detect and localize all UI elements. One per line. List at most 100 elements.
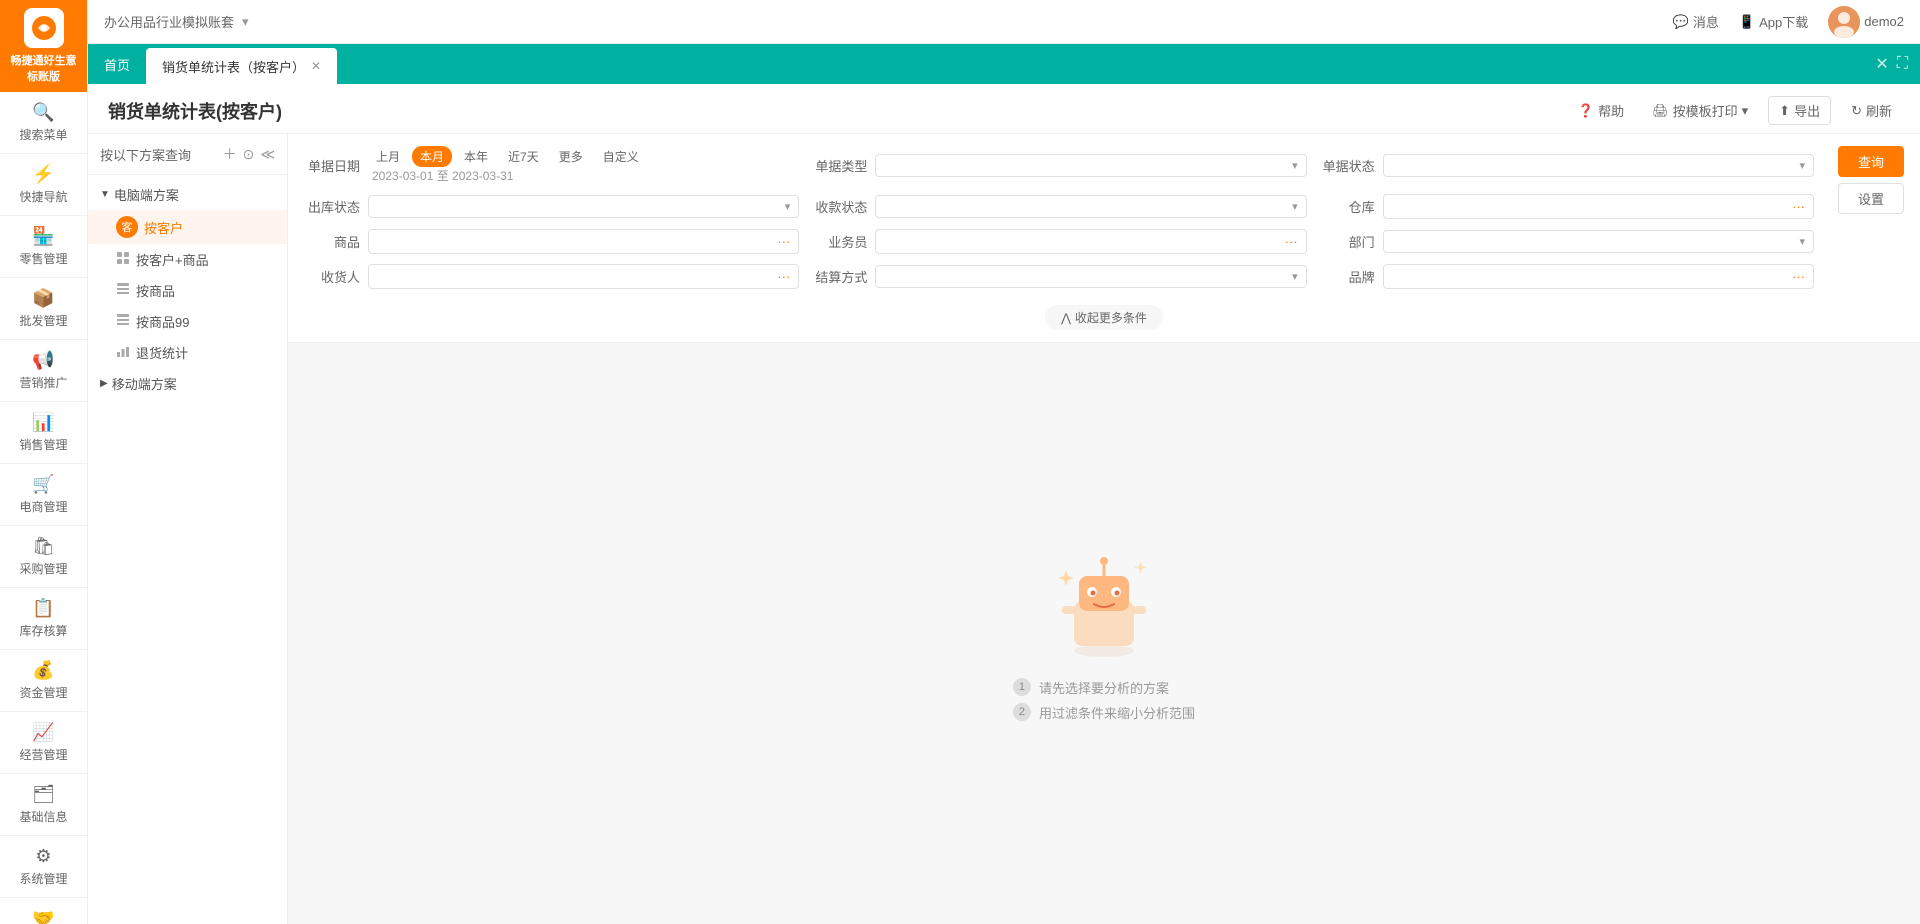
filter-area: 单据日期 上月 本月 本年 近7天 更多 自定义 [288, 134, 1920, 343]
ecommerce-icon: 🛒 [32, 474, 54, 495]
app-sidebar: 畅捷通好生意 标账版 🔍 搜索菜单 ⚡ 快捷导航 🏪 零售管理 📦 批发管理 📢… [0, 0, 88, 924]
tree-item-return-stats[interactable]: 退货统计 [88, 337, 287, 368]
sidebar-item-enterprise-coop[interactable]: 🤝 企业协同 [0, 898, 87, 924]
sidebar-item-ecommerce-mgmt[interactable]: 🛒 电商管理 [0, 464, 87, 526]
tree-section: ▼ 电脑端方案 客 按客户 按客户+商品 [88, 175, 287, 403]
date-tab-this-month[interactable]: 本月 [412, 146, 452, 167]
right-content: 单据日期 上月 本月 本年 近7天 更多 自定义 [288, 134, 1920, 924]
sidebar-item-sales-mgmt[interactable]: 📊 销售管理 [0, 402, 87, 464]
tab-sales-stat[interactable]: 销货单统计表（按客户） ✕ [146, 48, 337, 84]
sidebar-item-system-mgmt[interactable]: ⚙ 系统管理 [0, 836, 87, 898]
tree-group-label: 电脑端方案 [114, 185, 179, 204]
sidebar-item-quick-nav[interactable]: ⚡ 快捷导航 [0, 154, 87, 216]
add-scheme-icon[interactable]: ＋ [223, 144, 237, 164]
receiver-input[interactable]: ··· [368, 264, 799, 289]
hint-2-text: 用过滤条件来缩小分析范围 [1039, 703, 1195, 722]
refresh-btn[interactable]: ↻ 刷新 [1843, 97, 1900, 124]
payment-status-select[interactable]: ▾ [875, 195, 1306, 218]
app-download-btn[interactable]: 📱 App下载 [1739, 12, 1808, 31]
department-label: 部门 [1319, 232, 1375, 251]
export-icon: ⬆ [1779, 103, 1790, 119]
body-area: 按以下方案查询 ＋ ⊙ ≪ ▼ 电脑端方案 客 [88, 134, 1920, 924]
empty-text-list: 1 请先选择要分析的方案 2 用过滤条件来缩小分析范围 [1013, 678, 1195, 722]
active-dot-icon: 客 [116, 216, 138, 238]
logo-text: 畅捷通好生意 [11, 52, 77, 68]
department-select[interactable]: ▾ [1383, 230, 1814, 253]
system-icon: ⚙ [35, 846, 51, 867]
warehouse-ellipsis: ··· [1792, 199, 1805, 214]
user-avatar-btn[interactable]: demo2 [1828, 6, 1904, 38]
app-name-chevron[interactable]: ▾ [242, 14, 249, 30]
tree-item-by-product-99[interactable]: 按商品99 [88, 306, 287, 337]
tab-home[interactable]: 首页 [88, 44, 146, 84]
tree-group-desktop[interactable]: ▼ 电脑端方案 [88, 179, 287, 210]
date-tab-last-7-days[interactable]: 近7天 [500, 146, 547, 167]
sidebar-item-search-menu[interactable]: 🔍 搜索菜单 [0, 92, 87, 154]
sidebar-item-finance-mgmt[interactable]: 💰 资金管理 [0, 650, 87, 712]
message-label: 消息 [1693, 12, 1719, 31]
sidebar-item-inventory[interactable]: 📋 库存核算 [0, 588, 87, 650]
salesperson-ellipsis: ··· [1285, 234, 1298, 249]
date-tab-last-month[interactable]: 上月 [368, 146, 408, 167]
brand-input[interactable]: ··· [1383, 264, 1814, 289]
collapse-text: 收起更多条件 [1075, 309, 1147, 326]
help-btn[interactable]: ❓ 帮助 [1570, 97, 1632, 124]
out-status-select[interactable]: ▾ [368, 195, 799, 218]
tree-item-label: 按客户+商品 [136, 250, 209, 269]
app-logo[interactable]: 畅捷通好生意 标账版 [0, 0, 88, 92]
tab-bar-actions: ✕ ⛶ [1875, 54, 1920, 74]
sidebar-item-ops-mgmt[interactable]: 📈 经营管理 [0, 712, 87, 774]
tree-item-by-product[interactable]: 按商品 [88, 275, 287, 306]
tab-close-all-icon[interactable]: ✕ [1875, 54, 1888, 74]
tree-item-label: 退货统计 [136, 343, 188, 362]
tree-group-chevron-down: ▼ [100, 189, 110, 200]
product-input[interactable]: ··· [368, 229, 799, 254]
salesperson-input[interactable]: ··· [875, 229, 1306, 254]
salesperson-label: 业务员 [811, 232, 867, 251]
tree-item-by-customer-product[interactable]: 按客户+商品 [88, 244, 287, 275]
collapse-panel-icon[interactable]: ≪ [260, 146, 275, 163]
tree-group-mobile[interactable]: ▶ 移动端方案 [88, 368, 287, 399]
wholesale-icon: 📦 [32, 288, 54, 309]
search-menu-icon: 🔍 [32, 102, 54, 123]
tab-maximize-icon[interactable]: ⛶ [1897, 55, 1908, 73]
tree-group-chevron-right: ▶ [100, 378, 108, 389]
payment-method-select[interactable]: ▾ [875, 265, 1306, 288]
order-status-cell: 单据状态 ▾ [1319, 154, 1814, 177]
order-type-select[interactable]: ▾ [875, 154, 1306, 177]
sidebar-item-wholesale-mgmt[interactable]: 📦 批发管理 [0, 278, 87, 340]
product-label: 商品 [304, 232, 360, 251]
order-status-select[interactable]: ▾ [1383, 154, 1814, 177]
sidebar-item-retail-mgmt[interactable]: 🏪 零售管理 [0, 216, 87, 278]
query-button[interactable]: 查询 [1838, 146, 1904, 177]
out-status-arrow: ▾ [785, 200, 791, 213]
date-tab-this-year[interactable]: 本年 [456, 146, 496, 167]
print-btn[interactable]: 🖨 按模板打印 ▾ [1644, 97, 1756, 124]
export-btn[interactable]: ⬆ 导出 [1768, 96, 1831, 125]
receiver-ellipsis: ··· [777, 269, 790, 284]
edit-scheme-icon[interactable]: ⊙ [243, 146, 255, 163]
sidebar-item-label: 库存核算 [19, 622, 67, 639]
tab-close-btn[interactable]: ✕ [311, 59, 321, 73]
sidebar-item-purchase-mgmt[interactable]: 🛍 采购管理 [0, 526, 87, 588]
date-filter-cell: 单据日期 上月 本月 本年 近7天 更多 自定义 [304, 146, 799, 184]
avatar [1828, 6, 1860, 38]
empty-hint-2: 2 用过滤条件来缩小分析范围 [1013, 703, 1195, 722]
left-panel-header: 按以下方案查询 ＋ ⊙ ≪ [88, 134, 287, 175]
app-download-icon: 📱 [1739, 14, 1755, 30]
help-icon: ❓ [1578, 103, 1594, 119]
warehouse-input[interactable]: ··· [1383, 194, 1814, 219]
collapse-btn[interactable]: ⋀ 收起更多条件 [1045, 305, 1163, 330]
sidebar-item-basic-info[interactable]: 🗂 基础信息 [0, 774, 87, 836]
date-tab-custom[interactable]: 自定义 [595, 146, 647, 167]
tree-item-by-customer[interactable]: 客 按客户 [88, 210, 287, 244]
department-arrow: ▾ [1799, 235, 1805, 248]
refresh-label: 刷新 [1866, 101, 1892, 120]
sidebar-item-marketing[interactable]: 📢 营销推广 [0, 340, 87, 402]
tree-item-label: 按商品 [136, 281, 175, 300]
settings-button[interactable]: 设置 [1838, 183, 1904, 214]
date-tab-more[interactable]: 更多 [551, 146, 591, 167]
app-name-area: 办公用品行业模拟账套 ▾ [104, 12, 249, 31]
ops-icon: 📈 [32, 722, 54, 743]
message-btn[interactable]: 💬 消息 [1673, 12, 1719, 31]
